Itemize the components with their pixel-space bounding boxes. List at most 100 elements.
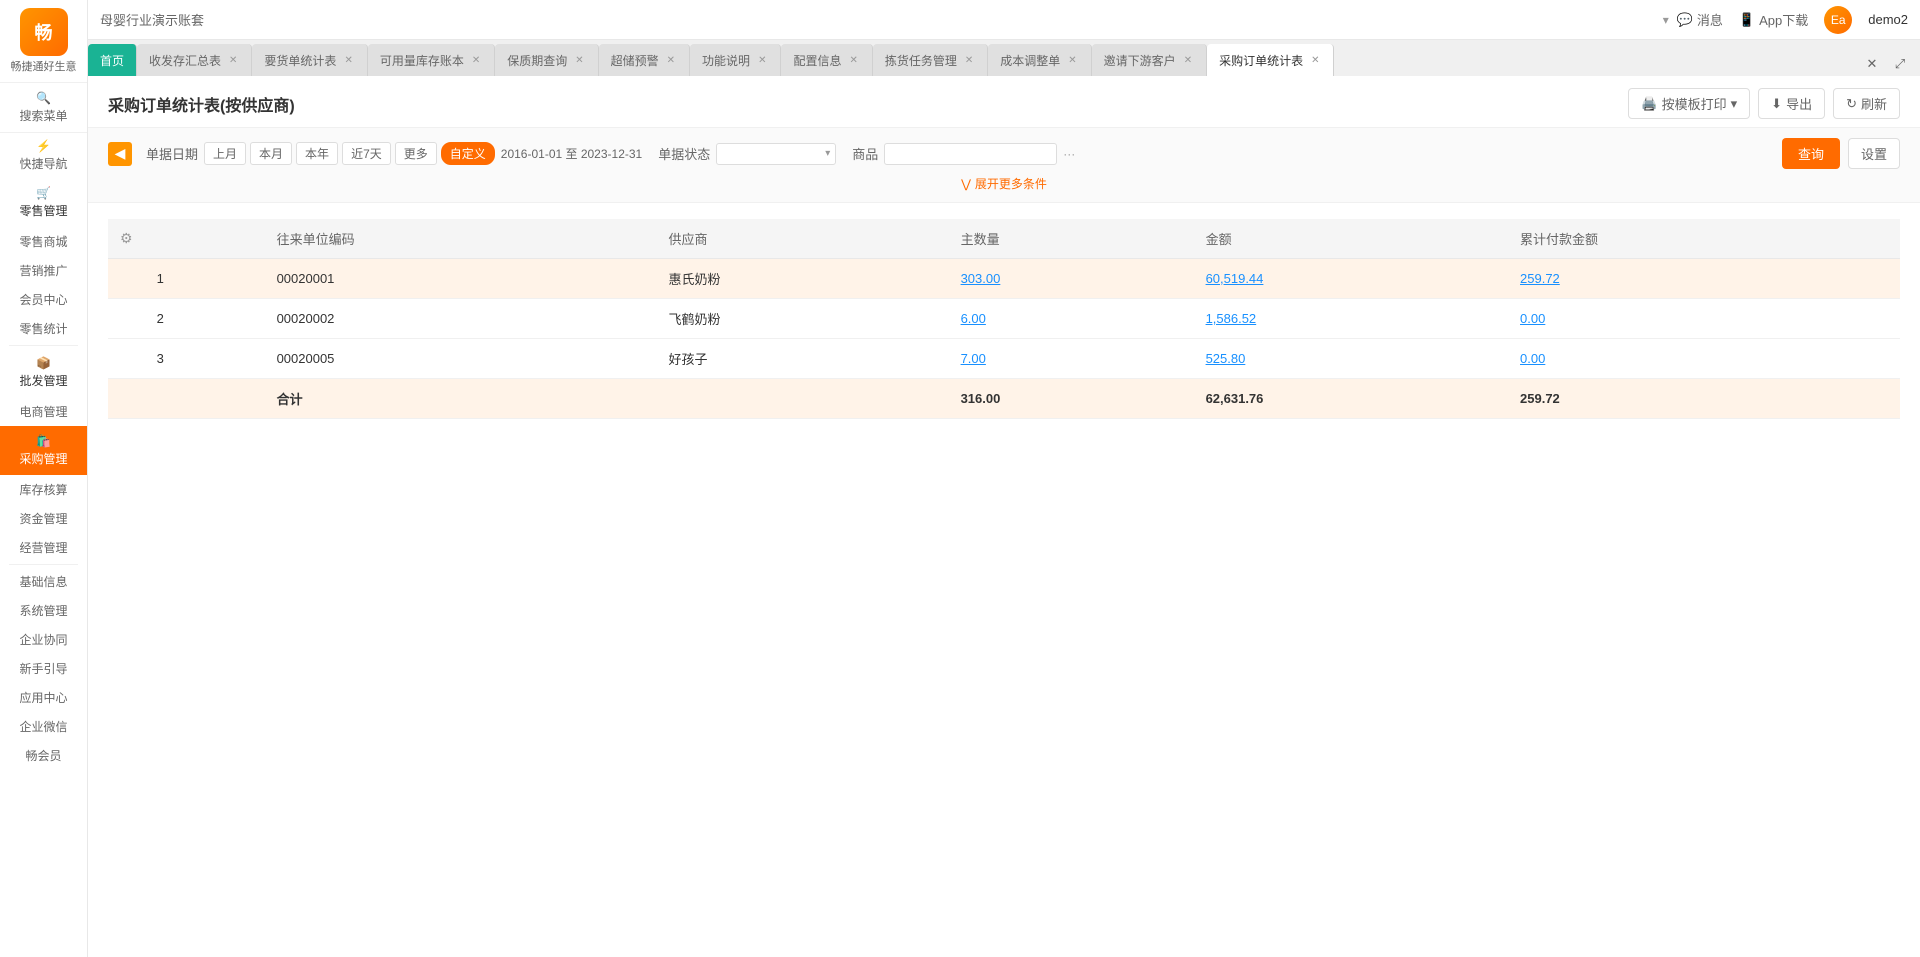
date-btn-7days[interactable]: 近7天: [342, 142, 391, 165]
sidebar-item-newbie[interactable]: 新手引导: [0, 654, 87, 683]
status-label: 单据状态: [658, 144, 710, 163]
sidebar-item-retail-stats[interactable]: 零售统计: [0, 314, 87, 343]
tab-purchase-order-stat[interactable]: 采购订单统计表 ✕: [1207, 44, 1334, 76]
sidebar-item-basic[interactable]: 基础信息: [0, 567, 87, 596]
collapse-toggle[interactable]: ◀: [108, 142, 132, 166]
tab-collect[interactable]: 收发存汇总表 ✕: [137, 44, 252, 76]
sidebar-item-purchase[interactable]: 🛍️ 采购管理: [0, 426, 87, 475]
inventory-label: 库存核算: [19, 481, 67, 498]
top-bar: 母婴行业演示账套 ▾ 💬 消息 📱 App下载 Ea demo2: [88, 0, 1920, 40]
date-btn-this-year[interactable]: 本年: [296, 142, 338, 165]
sidebar-item-retail-shop[interactable]: 零售商城: [0, 227, 87, 256]
sidebar-item-enterprise[interactable]: 企业协同: [0, 625, 87, 654]
query-button[interactable]: 查询: [1782, 138, 1840, 169]
row-1-quantity[interactable]: 303.00: [949, 259, 1194, 299]
date-btn-this-month[interactable]: 本月: [250, 142, 292, 165]
filter-area: ◀ 单据日期 上月 本月 本年 近7天 更多 自定义 2016-01-01 至 …: [88, 128, 1920, 203]
tab-purchase-order-stat-close[interactable]: ✕: [1309, 54, 1321, 67]
tab-function-desc-label: 功能说明: [702, 52, 750, 69]
row-3-amount[interactable]: 525.80: [1194, 339, 1508, 379]
tab-close-all[interactable]: ✕: [1860, 52, 1884, 76]
sidebar-search[interactable]: 🔍 搜索菜单: [0, 83, 87, 133]
row-2-quantity[interactable]: 6.00: [949, 299, 1194, 339]
sidebar-item-quick-nav[interactable]: ⚡ 快捷导航: [0, 133, 87, 178]
tab-invite-close[interactable]: ✕: [1182, 54, 1194, 67]
tab-picking-task[interactable]: 拣货任务管理 ✕: [873, 44, 988, 76]
row-3-settings: [108, 339, 145, 379]
status-select[interactable]: [716, 143, 836, 165]
row-2-paid[interactable]: 0.00: [1508, 299, 1900, 339]
tab-purchase-stat[interactable]: 要货单统计表 ✕: [252, 44, 367, 76]
tab-purchase-stat-close[interactable]: ✕: [342, 54, 354, 67]
tab-overstock[interactable]: 超储预警 ✕: [599, 44, 690, 76]
tab-warranty-close[interactable]: ✕: [573, 54, 585, 67]
capital-label: 资金管理: [19, 510, 67, 527]
sidebar-item-marketing[interactable]: 营销推广: [0, 256, 87, 285]
divider-1: [9, 345, 79, 346]
goods-input[interactable]: [884, 143, 1057, 165]
row-3-quantity[interactable]: 7.00: [949, 339, 1194, 379]
row-1-unit-code: 00020001: [265, 259, 657, 299]
row-3-supplier: 好孩子: [657, 339, 949, 379]
sidebar-item-retail[interactable]: 🛒 零售管理: [0, 178, 87, 227]
sidebar-item-member[interactable]: 会员中心: [0, 285, 87, 314]
date-btn-last-month[interactable]: 上月: [204, 142, 246, 165]
tab-config-close[interactable]: ✕: [847, 54, 859, 67]
tab-config[interactable]: 配置信息 ✕: [781, 44, 872, 76]
tab-warranty[interactable]: 保质期查询 ✕: [495, 44, 598, 76]
app-download-action[interactable]: 📱 App下载: [1739, 10, 1808, 29]
print-button[interactable]: 🖨️ 按模板打印 ▾: [1628, 88, 1750, 119]
tab-maximize[interactable]: ⤢: [1888, 52, 1912, 76]
tab-cost-adjust-close[interactable]: ✕: [1066, 54, 1078, 67]
tab-cost-adjust[interactable]: 成本调整单 ✕: [988, 44, 1091, 76]
tab-invite[interactable]: 邀请下游客户 ✕: [1092, 44, 1207, 76]
tab-warranty-label: 保质期查询: [507, 52, 567, 69]
message-action[interactable]: 💬 消息: [1677, 10, 1723, 29]
sidebar-item-app-center[interactable]: 应用中心: [0, 683, 87, 712]
marketing-label: 营销推广: [19, 262, 67, 279]
export-icon: ⬇: [1771, 96, 1782, 112]
tab-function-desc[interactable]: 功能说明 ✕: [690, 44, 781, 76]
sidebar-item-operations[interactable]: 经营管理: [0, 533, 87, 562]
goods-more-icon[interactable]: ···: [1063, 147, 1075, 161]
row-3-unit-code: 00020005: [265, 339, 657, 379]
tab-home[interactable]: 首页: [88, 44, 137, 76]
tab-function-desc-close[interactable]: ✕: [756, 54, 768, 67]
sidebar-item-vip[interactable]: 畅会员: [0, 741, 87, 770]
row-2-amount[interactable]: 1,586.52: [1194, 299, 1508, 339]
sidebar-item-capital[interactable]: 资金管理: [0, 504, 87, 533]
row-3-paid[interactable]: 0.00: [1508, 339, 1900, 379]
system-label: 系统管理: [19, 602, 67, 619]
export-button[interactable]: ⬇ 导出: [1758, 88, 1825, 119]
sidebar-item-inventory[interactable]: 库存核算: [0, 475, 87, 504]
row-1-paid[interactable]: 259.72: [1508, 259, 1900, 299]
tab-picking-task-close[interactable]: ✕: [963, 54, 975, 67]
date-btn-custom[interactable]: 自定义: [441, 142, 495, 165]
table-row: 1 00020001 惠氏奶粉 303.00 60,519.44 259.72: [108, 259, 1900, 299]
tab-purchase-order-stat-label: 采购订单统计表: [1219, 52, 1303, 69]
app-center-label: 应用中心: [19, 689, 67, 706]
row-1-amount[interactable]: 60,519.44: [1194, 259, 1508, 299]
tab-collect-close[interactable]: ✕: [227, 54, 239, 67]
tab-available-stock[interactable]: 可用量库存账本 ✕: [368, 44, 495, 76]
status-select-wrapper: [716, 143, 836, 165]
table-row: 3 00020005 好孩子 7.00 525.80 0.00: [108, 339, 1900, 379]
expand-button[interactable]: ⋁ 展开更多条件: [108, 175, 1900, 192]
tab-available-stock-close[interactable]: ✕: [470, 54, 482, 67]
settings-button[interactable]: 设置: [1848, 138, 1900, 169]
sidebar-item-wholesale[interactable]: 📦 批发管理: [0, 348, 87, 397]
page-title: 采购订单统计表(按供应商): [108, 92, 295, 116]
refresh-button[interactable]: ↻ 刷新: [1833, 88, 1900, 119]
sidebar-item-wechat[interactable]: 企业微信: [0, 712, 87, 741]
tabs-controls: ✕ ⤢: [1852, 52, 1920, 76]
tab-overstock-close[interactable]: ✕: [665, 54, 677, 67]
column-settings-icon[interactable]: ⚙: [120, 230, 133, 246]
filter-row-main: ◀ 单据日期 上月 本月 本年 近7天 更多 自定义 2016-01-01 至 …: [108, 138, 1900, 169]
date-filter-label: 单据日期: [146, 144, 198, 163]
sidebar-item-system[interactable]: 系统管理: [0, 596, 87, 625]
user-avatar[interactable]: Ea: [1824, 6, 1852, 34]
sidebar-item-ecommerce[interactable]: 电商管理: [0, 397, 87, 426]
row-2-index: 2: [145, 299, 265, 339]
date-btn-more[interactable]: 更多: [395, 142, 437, 165]
wholesale-icon: 📦: [36, 356, 51, 370]
